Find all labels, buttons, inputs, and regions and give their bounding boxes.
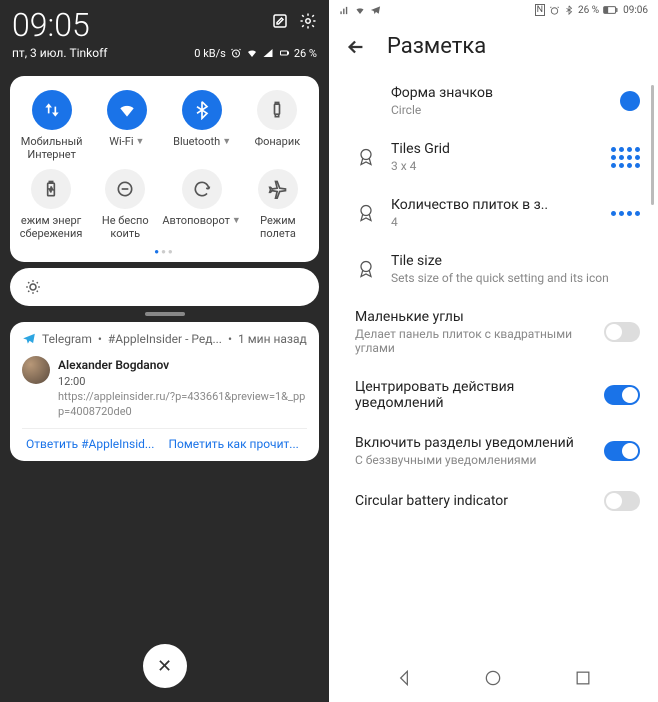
page-header: Разметка: [329, 20, 658, 73]
qs-tile-label: Мобильный Интернет: [14, 136, 89, 161]
badge-icon: [355, 147, 377, 167]
setting-notif-sections[interactable]: Включить разделы уведомлений С беззвучны…: [333, 423, 658, 479]
setting-center-actions[interactable]: Центрировать действия уведомлений: [333, 367, 658, 423]
qs-tile-label: Фонарик: [240, 136, 315, 149]
mark-read-action[interactable]: Пометить как прочит...: [165, 437, 308, 451]
notification-shade: 09:05 пт, 3 июл. Tinkoff 0 kB/s 26 % Моб…: [0, 0, 329, 702]
toggle-switch[interactable]: [604, 491, 640, 511]
brightness-slider[interactable]: [10, 268, 319, 306]
notification-sender: Alexander Bogdanov: [58, 358, 307, 372]
bt-icon: [182, 90, 222, 130]
wifi-icon: [107, 90, 147, 130]
setting-tile-count[interactable]: Количество плиток в з.. 4: [333, 185, 658, 241]
qs-tile-label: Wi-Fi ▼: [89, 136, 164, 149]
grid-preview-icon: [611, 147, 640, 168]
qs-tile-flash[interactable]: Фонарик: [240, 86, 315, 165]
settings-screen: N 26 % 09:06 Разметка Форма значков Circ…: [329, 0, 658, 702]
setting-circular-battery[interactable]: Circular battery indicator: [333, 479, 658, 523]
qs-tile-plane[interactable]: Режим полета: [241, 165, 315, 244]
message-link: https://appleinsider.ru/?p=433661&previe…: [58, 389, 307, 420]
nav-home-icon[interactable]: [483, 668, 503, 688]
qs-tile-label: Автоповорот ▼: [162, 215, 240, 228]
avatar: [22, 356, 50, 384]
flash-icon: [257, 90, 297, 130]
toggle-switch[interactable]: [604, 441, 640, 461]
battery-icon: [278, 47, 290, 59]
badge-icon: [355, 203, 377, 223]
plane-icon: [258, 169, 298, 209]
battery-icon: [603, 5, 619, 15]
back-icon[interactable]: [345, 36, 367, 58]
signal-icon: [339, 5, 350, 16]
toggle-switch[interactable]: [604, 322, 640, 342]
date-label: пт, 3 июл. Tinkoff: [12, 46, 107, 60]
clock: 09:05: [12, 6, 90, 44]
telegram-icon: [22, 332, 36, 346]
nfc-icon: N: [535, 4, 545, 16]
drag-handle[interactable]: [145, 312, 185, 316]
page-title: Разметка: [387, 34, 486, 59]
settings-list: Форма значков Circle Tiles Grid 3 x 4: [329, 73, 658, 658]
quick-settings-panel: Мобильный ИнтернетWi-Fi ▼Bluetooth ▼Фона…: [10, 76, 319, 262]
reply-action[interactable]: Ответить #AppleInsid...: [22, 437, 165, 451]
setting-icon-shape[interactable]: Форма значков Circle: [333, 73, 658, 129]
wifi-icon: [246, 47, 258, 59]
qs-tile-rotate[interactable]: Автоповорот ▼: [162, 165, 240, 244]
count-preview-icon: [611, 211, 640, 216]
setting-tile-size[interactable]: Tile size Sets size of the quick setting…: [333, 241, 658, 297]
qs-tile-data[interactable]: Мобильный Интернет: [14, 86, 89, 165]
qs-tile-label: Bluetooth ▼: [165, 136, 240, 149]
batt-icon: [31, 169, 71, 209]
statusbar-right: N 26 % 09:06: [329, 0, 658, 20]
signal-icon: [262, 47, 274, 59]
nav-back-icon[interactable]: [394, 668, 414, 688]
status-icons: 0 kB/s 26 %: [194, 47, 317, 60]
edit-icon[interactable]: [271, 12, 289, 30]
notification-card[interactable]: Telegram • #AppleInsider - Ред... • 1 ми…: [10, 322, 319, 461]
qs-tile-wifi[interactable]: Wi-Fi ▼: [89, 86, 164, 165]
qs-tile-bt[interactable]: Bluetooth ▼: [165, 86, 240, 165]
close-button[interactable]: ✕: [143, 644, 187, 688]
notification-header: Telegram • #AppleInsider - Ред... • 1 ми…: [22, 332, 307, 346]
message-time: 12:00: [58, 374, 307, 389]
qs-tile-label: eжим энерг сбережения: [14, 215, 88, 240]
setting-small-corners[interactable]: Маленькие углы Делает панель плиток с кв…: [333, 297, 658, 367]
toggle-switch[interactable]: [604, 385, 640, 405]
qs-tile-label: Режим полета: [241, 215, 315, 240]
brightness-icon: [24, 278, 42, 296]
rotate-icon: [182, 169, 222, 209]
setting-tiles-grid[interactable]: Tiles Grid 3 x 4: [333, 129, 658, 185]
qs-tile-batt[interactable]: eжим энерг сбережения: [14, 165, 88, 244]
gear-icon[interactable]: [299, 12, 317, 30]
telegram-icon: [370, 5, 381, 16]
scrollbar[interactable]: [651, 85, 654, 205]
close-icon: ✕: [157, 656, 172, 677]
alarm-icon: [230, 47, 242, 59]
qs-tile-label: Не беспо коить: [88, 215, 162, 240]
bluetooth-icon: [564, 5, 574, 15]
badge-icon: [355, 259, 377, 279]
navigation-bar: [329, 658, 658, 702]
alarm-icon: [549, 5, 560, 16]
qs-tile-dnd[interactable]: Не беспо коить: [88, 165, 162, 244]
data-icon: [32, 90, 72, 130]
wifi-icon: [354, 4, 366, 16]
circle-preview-icon: [620, 91, 640, 111]
statusbar-left: 09:05 пт, 3 июл. Tinkoff 0 kB/s 26 %: [0, 0, 329, 70]
dnd-icon: [105, 169, 145, 209]
page-indicator: ●●●: [14, 245, 315, 256]
nav-recents-icon[interactable]: [573, 668, 593, 688]
